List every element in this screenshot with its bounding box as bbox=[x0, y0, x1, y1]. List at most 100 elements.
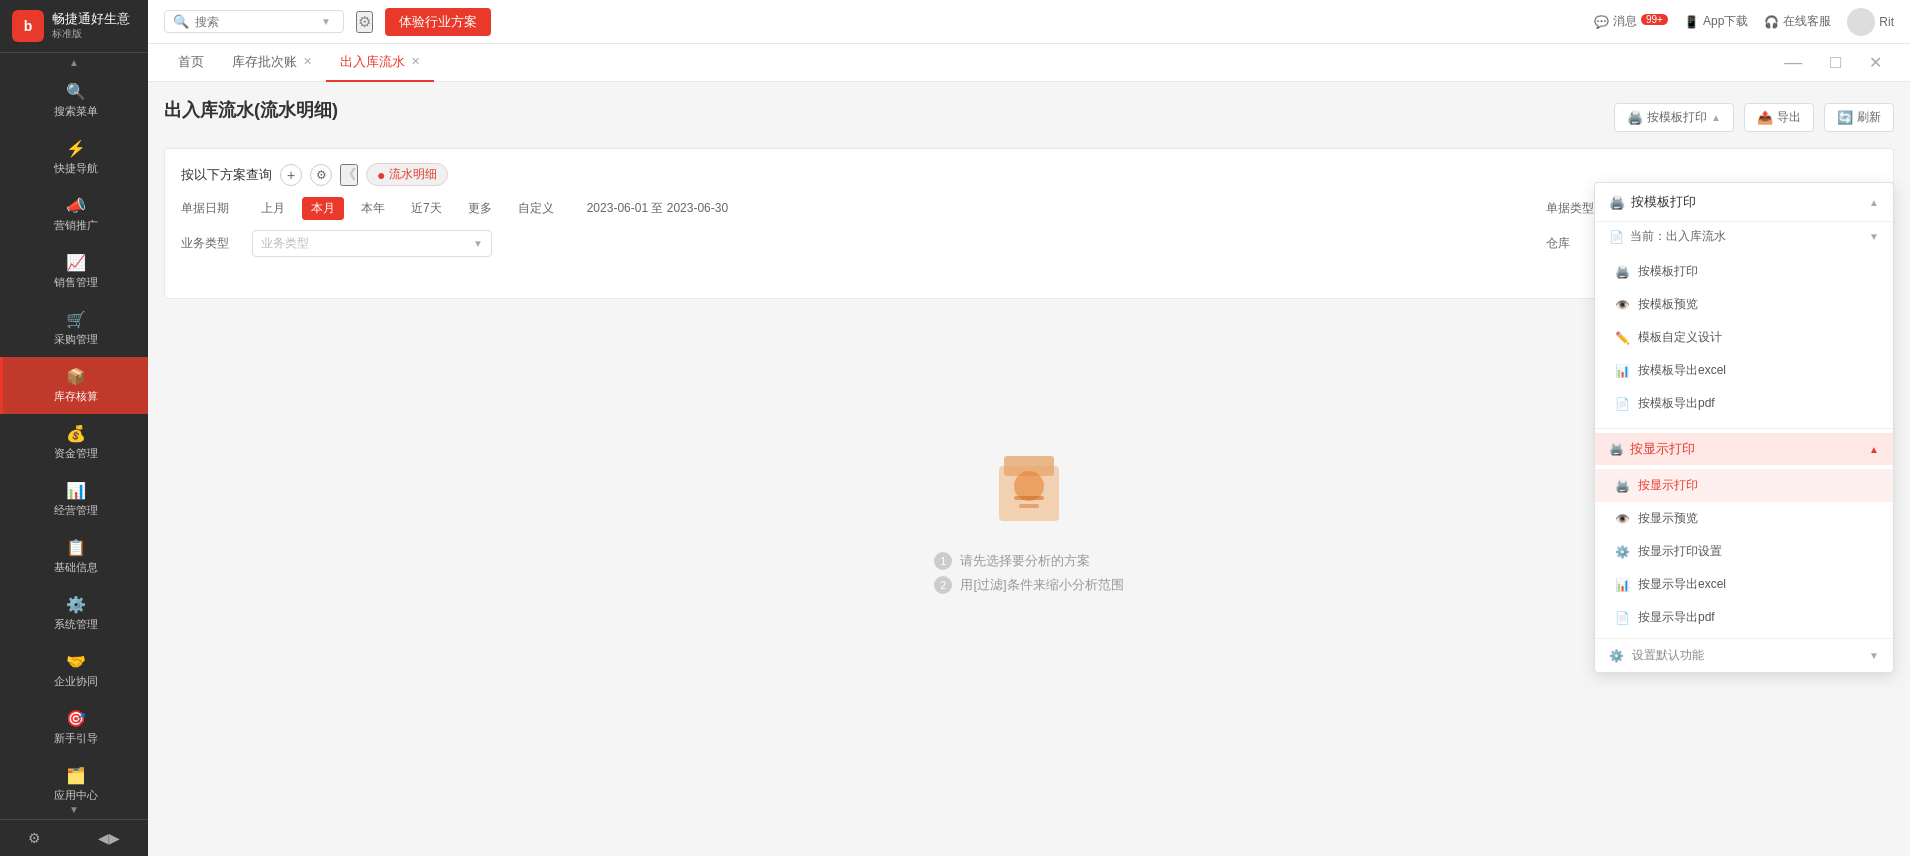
sidebar-collapse-btn[interactable]: ◀▶ bbox=[98, 830, 120, 846]
chevron-down-icon: ▼ bbox=[321, 16, 331, 27]
basic-icon: 📋 bbox=[66, 538, 86, 557]
page-area: 出入库流水(流水明细) 🖨️ 按模板打印 ▲ 📤 导出 🔄 刷新 bbox=[148, 82, 1910, 856]
tab-home[interactable]: 首页 bbox=[164, 44, 218, 82]
topbar-search-box[interactable]: 🔍 ▼ bbox=[164, 10, 344, 33]
dropdown-export-excel-template[interactable]: 📊 按模板导出excel bbox=[1595, 354, 1893, 387]
svg-rect-4 bbox=[1019, 504, 1039, 508]
dropdown-export-pdf-display[interactable]: 📄 按显示导出pdf bbox=[1595, 601, 1893, 634]
export-icon: 📤 bbox=[1757, 110, 1773, 125]
tab-flow[interactable]: 出入库流水 ✕ bbox=[326, 44, 434, 82]
sidebar-bottom: ⚙ ◀▶ bbox=[0, 819, 148, 856]
dropdown-print-display[interactable]: 🖨️ 按显示打印 bbox=[1595, 469, 1893, 502]
settings-default-icon: ⚙️ bbox=[1609, 649, 1624, 663]
chevron-down-icon: ▼ bbox=[1869, 650, 1879, 661]
dropdown-preview-template[interactable]: 👁️ 按模板预览 bbox=[1595, 288, 1893, 321]
tab-flow-close[interactable]: ✕ bbox=[411, 55, 420, 68]
search-icon: 🔍 bbox=[173, 14, 189, 29]
dropdown-display-section: 🖨️ 按显示打印 👁️ 按显示预览 ⚙️ 按显示打印设置 📊 按显示导出exce… bbox=[1595, 465, 1893, 638]
finance-icon: 💰 bbox=[66, 424, 86, 443]
marketing-icon: 📣 bbox=[66, 196, 86, 215]
chevron-up-icon: ▲ bbox=[1869, 197, 1879, 208]
online-service-btn[interactable]: 🎧 在线客服 bbox=[1764, 13, 1831, 30]
appcenter-icon: 🗂️ bbox=[66, 766, 86, 785]
preview-icon: 👁️ bbox=[1615, 512, 1630, 526]
filter-collapse-btn[interactable]: 《 bbox=[340, 164, 358, 186]
app-download-btn[interactable]: 📱 App下载 bbox=[1684, 13, 1748, 30]
date-btn-this-month[interactable]: 本月 bbox=[302, 197, 344, 220]
main-content: 🔍 ▼ ⚙ 体验行业方案 💬 消息 99+ 📱 App下载 🎧 在线客服 bbox=[148, 0, 1910, 856]
filter-settings-btn[interactable]: ⚙ bbox=[310, 164, 332, 186]
trial-btn[interactable]: 体验行业方案 bbox=[385, 8, 491, 36]
sidebar-item-inventory[interactable]: 📦 库存核算 bbox=[0, 357, 148, 414]
printer-icon: 🖨️ bbox=[1609, 195, 1625, 210]
filter-tag[interactable]: ● 流水明细 bbox=[366, 163, 448, 186]
settings-icon: ⚙️ bbox=[1615, 545, 1630, 559]
date-btn-7days[interactable]: 近7天 bbox=[402, 197, 451, 220]
sidebar-item-basic[interactable]: 📋 基础信息 bbox=[0, 528, 148, 585]
dropdown-header: 🖨️ 按模板打印 ▲ bbox=[1595, 183, 1893, 222]
preview-icon: 👁️ bbox=[1615, 298, 1630, 312]
sidebar-item-marketing[interactable]: 📣 营销推广 bbox=[0, 186, 148, 243]
window-minimize-btn[interactable]: — bbox=[1772, 44, 1814, 81]
sidebar-scroll-up[interactable]: ▲ bbox=[0, 53, 148, 72]
avatar bbox=[1847, 8, 1875, 36]
dropdown-display-header[interactable]: 🖨️ 按显示打印 ▲ bbox=[1595, 433, 1893, 465]
search-input[interactable] bbox=[195, 15, 315, 29]
date-btn-this-year[interactable]: 本年 bbox=[352, 197, 394, 220]
search-icon: 🔍 bbox=[66, 82, 86, 101]
topbar-gear-button[interactable]: ⚙ bbox=[356, 11, 373, 33]
svg-rect-3 bbox=[1014, 496, 1044, 500]
sidebar-item-collab[interactable]: 🤝 企业协同 bbox=[0, 642, 148, 699]
sidebar-settings-btn[interactable]: ⚙ bbox=[28, 830, 41, 846]
dropdown-preview-display[interactable]: 👁️ 按显示预览 bbox=[1595, 502, 1893, 535]
sidebar-item-finance[interactable]: 💰 资金管理 bbox=[0, 414, 148, 471]
purchase-icon: 🛒 bbox=[66, 310, 86, 329]
sales-icon: 📈 bbox=[66, 253, 86, 272]
window-close-btn[interactable]: ✕ bbox=[1857, 45, 1894, 80]
tabs-bar: 首页 库存批次账 ✕ 出入库流水 ✕ — □ ✕ bbox=[148, 44, 1910, 82]
date-btn-last-month[interactable]: 上月 bbox=[252, 197, 294, 220]
messages-btn[interactable]: 💬 消息 99+ bbox=[1594, 13, 1668, 30]
date-btn-custom[interactable]: 自定义 bbox=[509, 197, 563, 220]
dropdown-print-template[interactable]: 🖨️ 按模板打印 bbox=[1595, 255, 1893, 288]
sidebar-item-purchase[interactable]: 🛒 采购管理 bbox=[0, 300, 148, 357]
refresh-btn[interactable]: 🔄 刷新 bbox=[1824, 103, 1894, 132]
empty-steps-list: 1 请先选择要分析的方案 2 用[过滤]条件来缩小分析范围 bbox=[934, 552, 1123, 600]
dropdown-footer[interactable]: ⚙️ 设置默认功能 ▼ bbox=[1595, 638, 1893, 672]
sidebar-item-system[interactable]: ⚙️ 系统管理 bbox=[0, 585, 148, 642]
user-avatar-btn[interactable]: Rit bbox=[1847, 8, 1894, 36]
excel-icon: 📊 bbox=[1615, 578, 1630, 592]
window-maximize-btn[interactable]: □ bbox=[1818, 44, 1853, 81]
headset-icon: 🎧 bbox=[1764, 15, 1779, 29]
sidebar-scroll-down[interactable]: ▼ bbox=[0, 800, 148, 819]
empty-step-1: 1 请先选择要分析的方案 bbox=[934, 552, 1123, 570]
chevron-down-icon: ▼ bbox=[473, 238, 483, 249]
biz-type-select[interactable]: 业务类型 ▼ bbox=[252, 230, 492, 257]
message-icon: 💬 bbox=[1594, 15, 1609, 29]
date-btn-more[interactable]: 更多 bbox=[459, 197, 501, 220]
sidebar-item-search[interactable]: 🔍 搜索菜单 bbox=[0, 72, 148, 129]
tab-batch-close[interactable]: ✕ bbox=[303, 55, 312, 68]
dropdown-export-pdf-template[interactable]: 📄 按模板导出pdf bbox=[1595, 387, 1893, 420]
topbar-right: 💬 消息 99+ 📱 App下载 🎧 在线客服 Rit bbox=[1594, 8, 1894, 36]
filter-add-btn[interactable]: + bbox=[280, 164, 302, 186]
sidebar-item-shortcut[interactable]: ⚡ 快捷导航 bbox=[0, 129, 148, 186]
sidebar-item-guide[interactable]: 🎯 新手引导 bbox=[0, 699, 148, 756]
filter-tag-icon: ● bbox=[377, 167, 385, 183]
sidebar-item-sales[interactable]: 📈 销售管理 bbox=[0, 243, 148, 300]
tab-batch[interactable]: 库存批次账 ✕ bbox=[218, 44, 326, 82]
dropdown-template-section: 🖨️ 按模板打印 👁️ 按模板预览 ✏️ 模板自定义设计 📊 按模板导出exce… bbox=[1595, 251, 1893, 424]
dropdown-print-settings-display[interactable]: ⚙️ 按显示打印设置 bbox=[1595, 535, 1893, 568]
sidebar-item-appcenter[interactable]: 🗂️ 应用中心 bbox=[0, 756, 148, 800]
sidebar-item-operation[interactable]: 📊 经营管理 bbox=[0, 471, 148, 528]
date-options: 上月 本月 本年 近7天 更多 自定义 bbox=[252, 197, 563, 220]
print-template-dropdown: 🖨️ 按模板打印 ▲ 📄 当前：出入库流水 ▼ 🖨️ 按模板打印 bbox=[1594, 182, 1894, 673]
printer-icon: 🖨️ bbox=[1609, 442, 1624, 456]
dropdown-custom-template[interactable]: ✏️ 模板自定义设计 bbox=[1595, 321, 1893, 354]
pdf-icon: 📄 bbox=[1615, 397, 1630, 411]
excel-icon: 📊 bbox=[1615, 364, 1630, 378]
dropdown-export-excel-display[interactable]: 📊 按显示导出excel bbox=[1595, 568, 1893, 601]
print-icon: 🖨️ bbox=[1615, 479, 1630, 493]
print-template-btn[interactable]: 🖨️ 按模板打印 ▲ bbox=[1614, 103, 1734, 132]
export-btn[interactable]: 📤 导出 bbox=[1744, 103, 1814, 132]
